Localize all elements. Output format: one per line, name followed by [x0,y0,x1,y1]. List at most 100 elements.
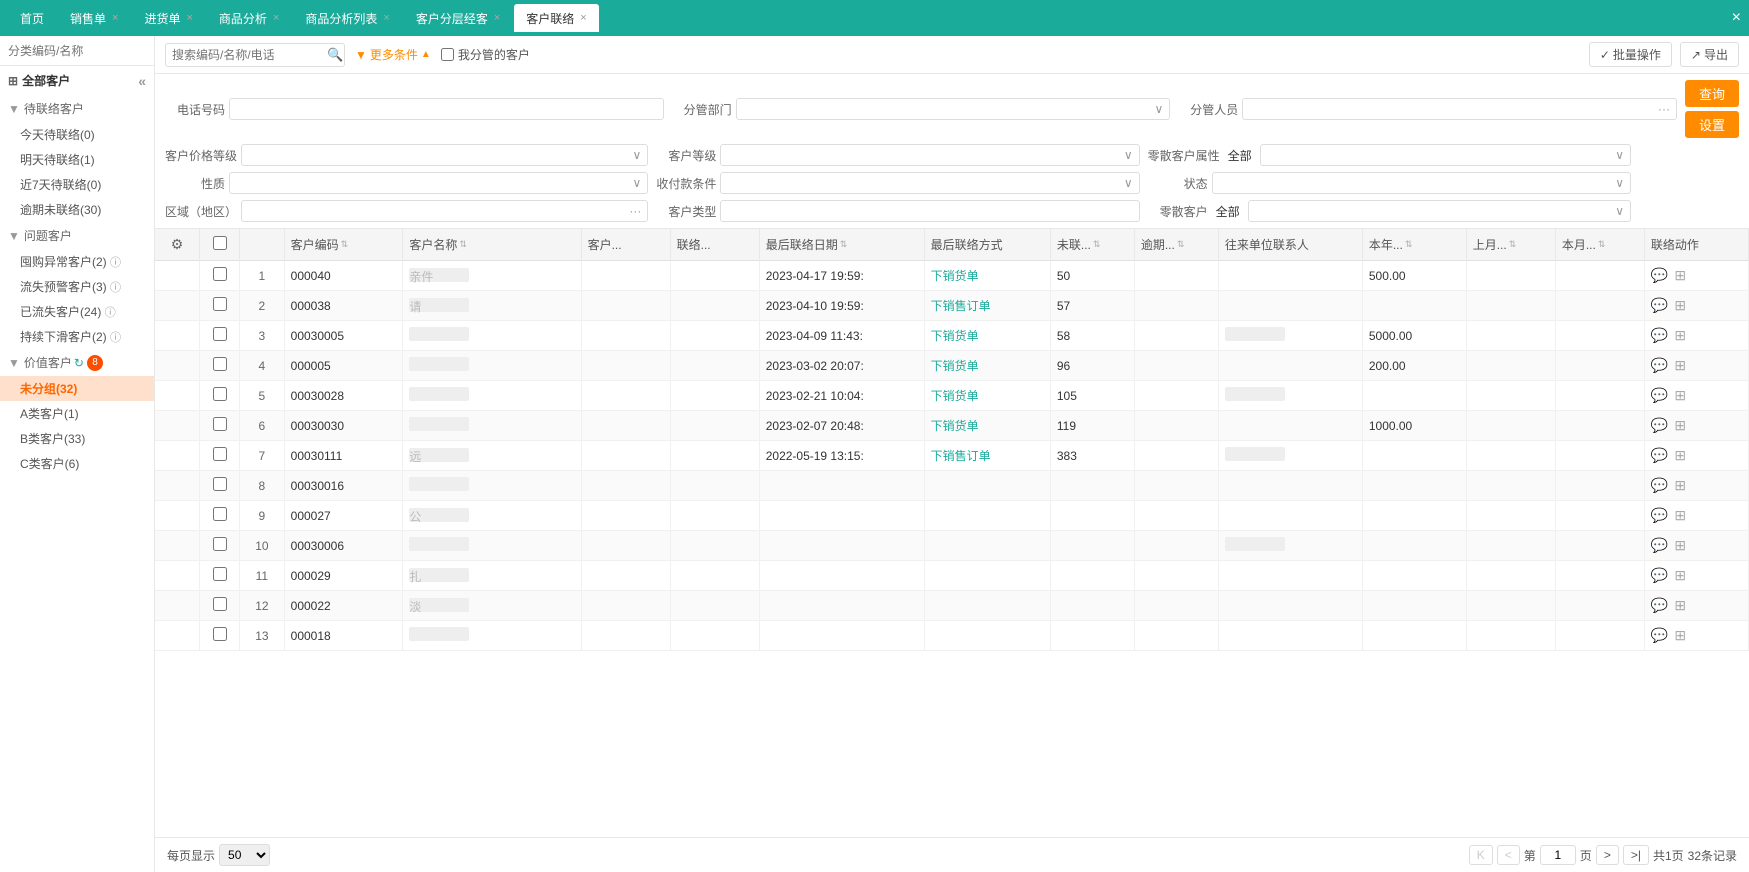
message-icon[interactable]: 💬 [1651,597,1668,614]
thisyear-column-header[interactable]: 本年... ⇅ [1362,229,1466,261]
close-purchase-tab[interactable]: × [186,12,192,24]
prev-page-button[interactable]: < [1497,845,1520,865]
grid-action-icon[interactable]: ⊞ [1674,417,1686,434]
message-icon[interactable]: 💬 [1651,387,1668,404]
scatter-select[interactable]: ∨ [1248,200,1631,222]
close-window-button[interactable]: × [1732,9,1741,27]
batch-operation-button[interactable]: ✓ 批量操作 [1589,42,1672,67]
manager-select[interactable]: ··· [1242,98,1677,120]
sidebar-item-abnormal[interactable]: 囤购异常客户(2) ⓘ [0,249,154,274]
tab-analysis-list[interactable]: 商品分析列表 × [293,4,401,32]
my-customers-filter[interactable]: 我分管的客户 [441,46,530,63]
tab-home[interactable]: 首页 [8,4,56,32]
tab-sales[interactable]: 销售单 × [58,4,130,32]
row-lastway[interactable]: 下销货单 [924,321,1050,351]
lastdate-column-header[interactable]: 最后联络日期 ⇅ [759,229,924,261]
grid-action-icon[interactable]: ⊞ [1674,567,1686,584]
row-name[interactable] [403,411,581,441]
price-level-select[interactable]: ∨ [241,144,648,166]
last-page-button[interactable]: >| [1623,845,1649,865]
nature-select[interactable]: ∨ [229,172,648,194]
grid-action-icon[interactable]: ⊞ [1674,387,1686,404]
sidebar-item-class-a[interactable]: A类客户(1) [0,401,154,426]
grid-action-icon[interactable]: ⊞ [1674,507,1686,524]
name-column-header[interactable]: 客户名称 ⇅ [403,229,581,261]
region-select[interactable]: ··· [241,200,648,222]
row-check[interactable] [200,291,240,321]
grid-action-icon[interactable]: ⊞ [1674,297,1686,314]
row-name[interactable] [403,351,581,381]
grid-action-icon[interactable]: ⊞ [1674,327,1686,344]
collapse-button[interactable]: « [138,73,146,89]
row-check[interactable] [200,591,240,621]
message-icon[interactable]: 💬 [1651,327,1668,344]
my-customers-checkbox[interactable] [441,48,454,61]
message-icon[interactable]: 💬 [1651,507,1668,524]
close-analysis-list-tab[interactable]: × [383,12,389,24]
scatter-attr-select[interactable]: ∨ [1260,144,1631,166]
row-check[interactable] [200,501,240,531]
close-analysis-tab[interactable]: × [273,12,279,24]
sidebar-item-warning[interactable]: 流失预警客户(3) ⓘ [0,274,154,299]
row-check[interactable] [200,471,240,501]
first-page-button[interactable]: K [1469,845,1493,865]
message-icon[interactable]: 💬 [1651,627,1668,644]
sidebar-item-today[interactable]: 今天待联络(0) [0,122,154,147]
message-icon[interactable]: 💬 [1651,357,1668,374]
row-check[interactable] [200,531,240,561]
row-lastway[interactable]: 下销货单 [924,381,1050,411]
close-sales-tab[interactable]: × [112,12,118,24]
thismonth-column-header[interactable]: 本月... ⇅ [1555,229,1644,261]
message-icon[interactable]: 💬 [1651,567,1668,584]
refresh-icon[interactable]: ↻ [74,356,84,370]
sidebar-search-input[interactable] [8,44,155,58]
code-column-header[interactable]: 客户编码 ⇅ [284,229,403,261]
message-icon[interactable]: 💬 [1651,417,1668,434]
per-page-select[interactable]: 50 100 200 [219,844,270,866]
settings-column-header[interactable]: ⚙ [155,229,200,261]
row-name[interactable] [403,531,581,561]
tab-customer-contact[interactable]: 客户联络 × [514,4,598,32]
check-all-checkbox[interactable] [213,236,227,250]
more-conditions-button[interactable]: ▼ 更多条件 ▲ [355,46,431,63]
all-customers-header[interactable]: ⊞ 全部客户 « [0,66,154,95]
lastway-column-header[interactable]: 最后联络方式 [924,229,1050,261]
sidebar-item-ungroup[interactable]: 未分组(32) [0,376,154,401]
row-lastway[interactable]: 下销货单 [924,261,1050,291]
row-check[interactable] [200,261,240,291]
group-problem-customers[interactable]: ▼ 问题客户 [0,222,154,249]
row-name[interactable] [403,321,581,351]
tab-customer-layer[interactable]: 客户分层经客 × [404,4,512,32]
sidebar-item-class-c[interactable]: C类客户(6) [0,451,154,476]
row-name[interactable] [403,381,581,411]
row-check[interactable] [200,411,240,441]
export-button[interactable]: ↗ 导出 [1680,42,1739,67]
sidebar-item-tomorrow[interactable]: 明天待联络(1) [0,147,154,172]
lastmonth-column-header[interactable]: 上月... ⇅ [1466,229,1555,261]
row-name[interactable]: 远 [403,441,581,471]
grid-action-icon[interactable]: ⊞ [1674,477,1686,494]
grid-action-icon[interactable]: ⊞ [1674,597,1686,614]
row-check[interactable] [200,351,240,381]
row-lastway[interactable]: 下销货单 [924,411,1050,441]
dept-select[interactable]: ∨ [736,98,1171,120]
page-number-input[interactable] [1540,845,1576,865]
type-column-header[interactable]: 客户... [581,229,670,261]
row-name[interactable] [403,471,581,501]
group-pending-contact[interactable]: ▼ 待联络客户 [0,95,154,122]
customer-type-input[interactable] [720,200,1139,222]
close-customer-contact-tab[interactable]: × [580,12,586,24]
filter-search-icon[interactable]: 🔍 [327,47,343,63]
tab-analysis[interactable]: 商品分析 × [207,4,291,32]
message-icon[interactable]: 💬 [1651,297,1668,314]
row-lastway[interactable]: 下销货单 [924,351,1050,381]
close-customer-layer-tab[interactable]: × [494,12,500,24]
bizcontact-column-header[interactable]: 往来单位联系人 [1218,229,1362,261]
message-icon[interactable]: 💬 [1651,447,1668,464]
sidebar-item-lost[interactable]: 已流失客户(24) ⓘ [0,299,154,324]
row-name[interactable]: 公 [403,501,581,531]
row-check[interactable] [200,381,240,411]
row-name[interactable]: 扎 [403,561,581,591]
row-name[interactable]: 淡 [403,591,581,621]
payment-select[interactable]: ∨ [720,172,1139,194]
